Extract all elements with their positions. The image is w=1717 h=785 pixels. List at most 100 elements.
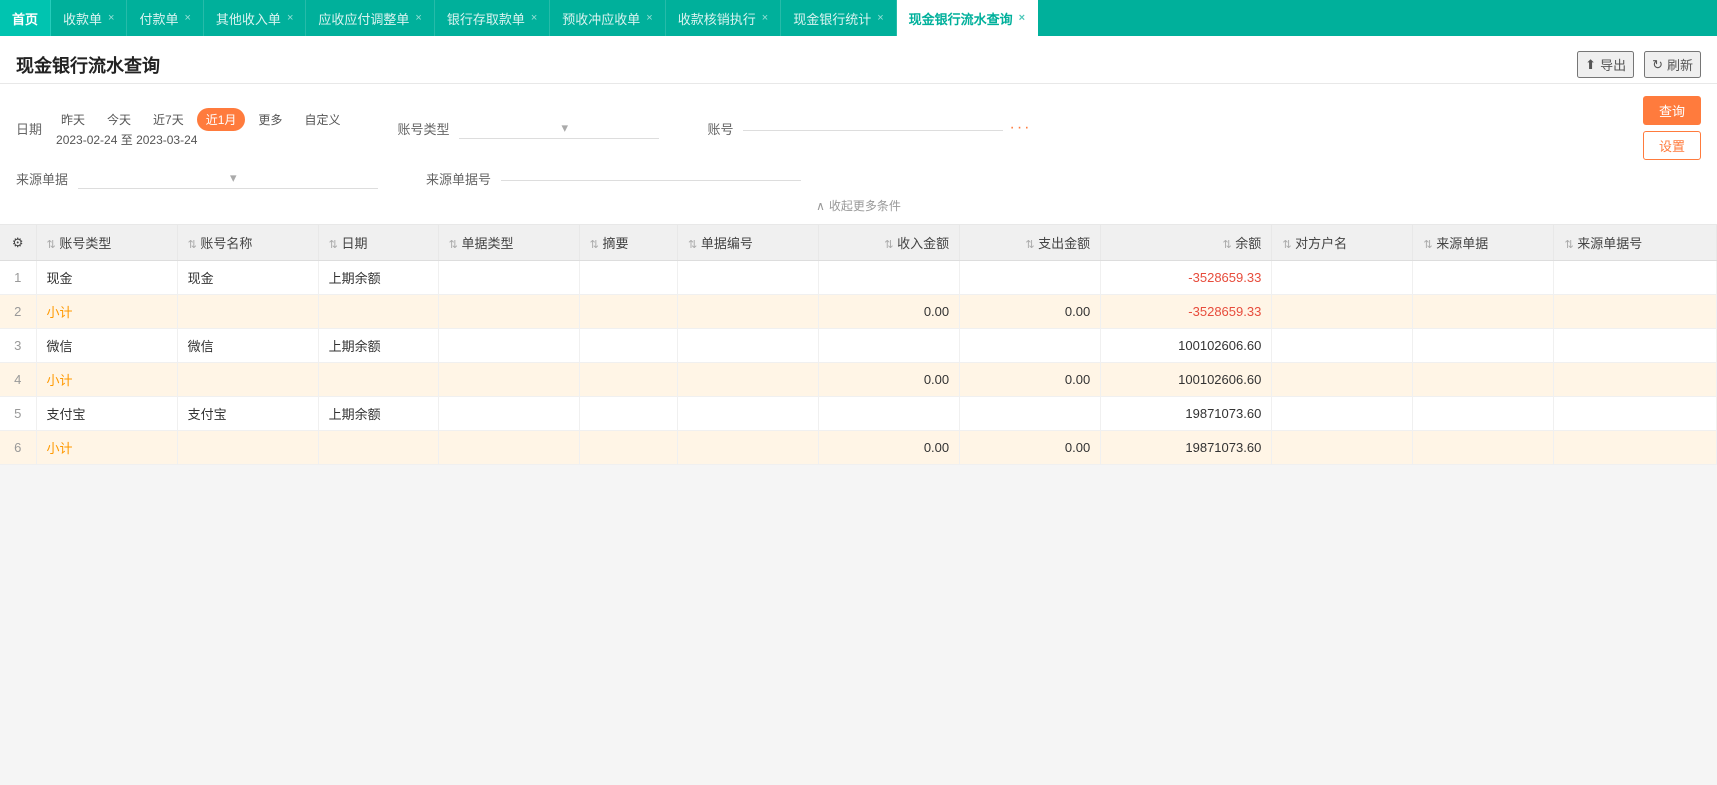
refresh-icon: ↻ xyxy=(1652,57,1663,73)
date-btn-yesterday[interactable]: 昨天 xyxy=(52,108,94,131)
cell-counterparty xyxy=(1272,431,1413,465)
close-tab-8-icon[interactable]: × xyxy=(1019,12,1025,24)
gear-icon[interactable]: ⚙ xyxy=(12,235,24,250)
data-table: ⚙ ⇅ 账号类型 ⇅ 账号名称 ⇅ 日期 ⇅ 单据类型 xyxy=(0,225,1717,465)
cell-income: 0.00 xyxy=(819,431,960,465)
cell-summary xyxy=(579,329,677,363)
header-actions: ⬆ 导出 ↻ 刷新 xyxy=(1577,51,1701,78)
date-range-display: 2023-02-24 至 2023-03-24 xyxy=(56,131,349,148)
close-tab-3-icon[interactable]: × xyxy=(415,12,421,24)
table-row: 6 小计 0.00 0.00 19871073.60 xyxy=(0,431,1717,465)
cell-balance: 19871073.60 xyxy=(1101,397,1272,431)
cell-expense xyxy=(960,329,1101,363)
nav-home[interactable]: 首页 xyxy=(0,0,51,36)
nav-tab-7[interactable]: 现金银行统计 × xyxy=(781,0,896,36)
table-row: 4 小计 0.00 0.00 100102606.60 xyxy=(0,363,1717,397)
query-button[interactable]: 查询 xyxy=(1643,96,1701,125)
nav-tab-0[interactable]: 收款单 × xyxy=(51,0,127,36)
cell-date xyxy=(318,295,438,329)
filter-row-2: 来源单据 ▾ 来源单据号 xyxy=(16,168,1701,189)
cell-expense: 0.00 xyxy=(960,431,1101,465)
cell-source-doc-no xyxy=(1554,295,1717,329)
nav-tab-1[interactable]: 付款单 × xyxy=(127,0,203,36)
cell-source-doc-no xyxy=(1554,397,1717,431)
account-label: 账号 xyxy=(707,119,733,138)
th-doc-type: ⇅ 单据类型 xyxy=(438,225,579,261)
settings-button[interactable]: 设置 xyxy=(1643,131,1701,160)
cell-balance: -3528659.33 xyxy=(1101,295,1272,329)
cell-source-doc-no xyxy=(1554,363,1717,397)
cell-doc-type xyxy=(438,295,579,329)
cell-income xyxy=(819,261,960,295)
cell-doc-type xyxy=(438,431,579,465)
th-account-name: ⇅ 账号名称 xyxy=(177,225,318,261)
nav-tab-6[interactable]: 收款核销执行 × xyxy=(666,0,781,36)
source-doc-no-input[interactable] xyxy=(501,176,801,181)
close-tab-6-icon[interactable]: × xyxy=(762,12,768,24)
cell-balance: 19871073.60 xyxy=(1101,431,1272,465)
th-account-type: ⇅ 账号类型 xyxy=(36,225,177,261)
date-btn-7days[interactable]: 近7天 xyxy=(144,108,193,131)
nav-tab-5[interactable]: 预收冲应收单 × xyxy=(550,0,665,36)
date-btn-today[interactable]: 今天 xyxy=(98,108,140,131)
date-filter-wrap: 昨天 今天 近7天 近1月 更多 自定义 2023-02-24 至 2023-0… xyxy=(52,108,349,148)
th-source-doc-sort-icon: ⇅ xyxy=(1423,239,1432,251)
cell-doc-no xyxy=(678,363,819,397)
th-source-doc: ⇅ 来源单据 xyxy=(1413,225,1554,261)
refresh-button[interactable]: ↻ 刷新 xyxy=(1644,51,1701,78)
cell-source-doc-no xyxy=(1554,261,1717,295)
cell-account-type: 小计 xyxy=(36,363,177,397)
table-row: 2 小计 0.00 0.00 -3528659.33 xyxy=(0,295,1717,329)
cell-summary xyxy=(579,397,677,431)
filter-area: 日期 昨天 今天 近7天 近1月 更多 自定义 2023-02-24 至 202… xyxy=(0,84,1717,225)
cell-account-type: 小计 xyxy=(36,431,177,465)
date-btn-more[interactable]: 更多 xyxy=(249,108,291,131)
th-date: ⇅ 日期 xyxy=(318,225,438,261)
th-account-type-sort-icon: ⇅ xyxy=(47,239,56,251)
nav-tab-4[interactable]: 银行存取款单 × xyxy=(435,0,550,36)
account-type-select[interactable]: ▾ xyxy=(459,118,659,139)
cell-source-doc-no xyxy=(1554,329,1717,363)
close-tab-4-icon[interactable]: × xyxy=(531,12,537,24)
cell-income xyxy=(819,397,960,431)
date-filter-label: 日期 xyxy=(16,119,42,138)
nav-tab-2[interactable]: 其他收入单 × xyxy=(204,0,306,36)
account-input[interactable] xyxy=(743,126,1003,131)
cell-doc-type xyxy=(438,329,579,363)
export-button[interactable]: ⬆ 导出 xyxy=(1577,51,1634,78)
account-ellipsis-icon[interactable]: ··· xyxy=(1009,119,1031,137)
table-row: 5 支付宝 支付宝 上期余额 19871073.60 xyxy=(0,397,1717,431)
close-tab-0-icon[interactable]: × xyxy=(108,12,114,24)
cell-index: 4 xyxy=(0,363,36,397)
close-tab-1-icon[interactable]: × xyxy=(184,12,190,24)
th-expense-sort-icon: ⇅ xyxy=(1025,239,1034,251)
th-settings[interactable]: ⚙ xyxy=(0,225,36,261)
table-area: ⚙ ⇅ 账号类型 ⇅ 账号名称 ⇅ 日期 ⇅ 单据类型 xyxy=(0,225,1717,465)
collapse-label: 收起更多条件 xyxy=(829,197,901,214)
close-tab-2-icon[interactable]: × xyxy=(287,12,293,24)
cell-source-doc-no xyxy=(1554,431,1717,465)
date-btn-1month[interactable]: 近1月 xyxy=(197,108,246,131)
cell-counterparty xyxy=(1272,363,1413,397)
nav-tab-8[interactable]: 现金银行流水查询 × xyxy=(897,0,1038,36)
source-doc-select[interactable]: ▾ xyxy=(78,168,378,189)
cell-summary xyxy=(579,363,677,397)
cell-source-doc xyxy=(1413,329,1554,363)
cell-index: 1 xyxy=(0,261,36,295)
cell-account-type: 微信 xyxy=(36,329,177,363)
table-row: 1 现金 现金 上期余额 -3528659.33 xyxy=(0,261,1717,295)
cell-summary xyxy=(579,431,677,465)
source-doc-filter-group: 来源单据 ▾ xyxy=(16,168,378,189)
close-tab-5-icon[interactable]: × xyxy=(646,12,652,24)
date-btn-custom[interactable]: 自定义 xyxy=(295,108,349,131)
cell-income: 0.00 xyxy=(819,363,960,397)
cell-doc-type xyxy=(438,397,579,431)
nav-tab-3[interactable]: 应收应付调整单 × xyxy=(306,0,434,36)
th-doc-no-sort-icon: ⇅ xyxy=(688,239,697,251)
close-tab-7-icon[interactable]: × xyxy=(877,12,883,24)
th-expense: ⇅ 支出金额 xyxy=(960,225,1101,261)
collapse-bar[interactable]: ∧ 收起更多条件 xyxy=(16,197,1701,214)
filter-row-1: 日期 昨天 今天 近7天 近1月 更多 自定义 2023-02-24 至 202… xyxy=(16,96,1701,160)
source-doc-label: 来源单据 xyxy=(16,169,68,188)
th-balance: ⇅ 余额 xyxy=(1101,225,1272,261)
